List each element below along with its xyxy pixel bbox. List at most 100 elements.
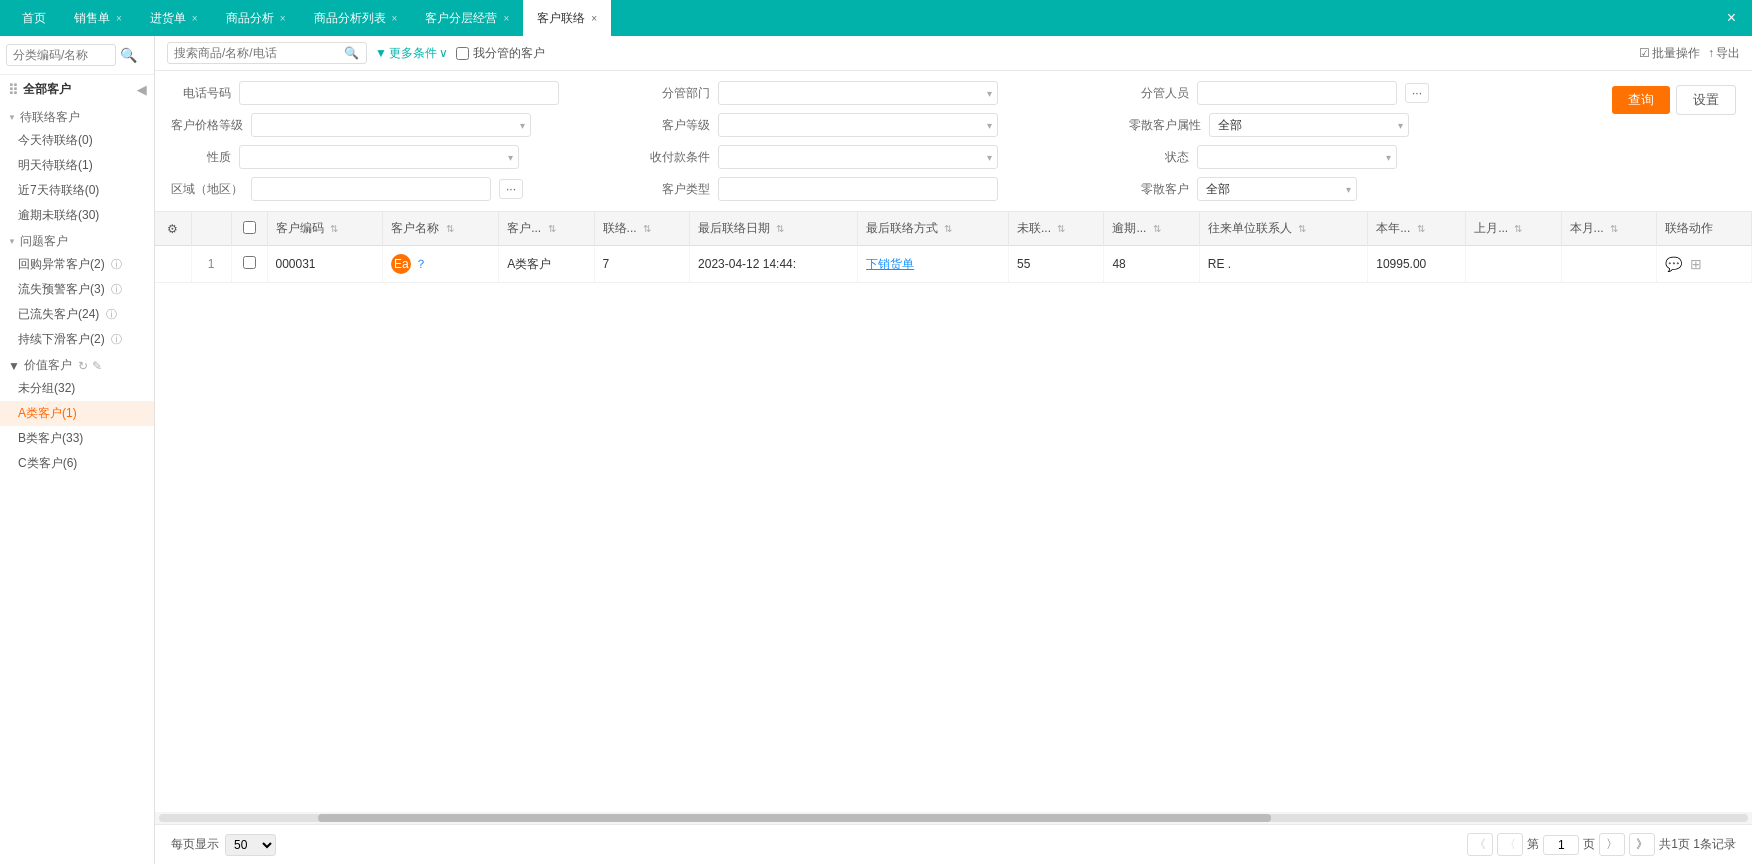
edit-icon[interactable]: ✎ [92,359,102,373]
last-page-btn[interactable]: 》 [1629,833,1655,856]
chat-action-icon[interactable]: 💬 [1665,256,1682,272]
page-input[interactable] [1543,835,1579,855]
first-page-btn[interactable]: 《 [1467,833,1493,856]
sort-icon-date[interactable]: ⇅ [776,223,784,234]
sort-icon-unit[interactable]: ⇅ [1298,223,1306,234]
next-page-btn[interactable]: 〉 [1599,833,1625,856]
sidebar-item-week-contact[interactable]: 近7天待联络(0) [0,178,154,203]
sidebar-item-churned[interactable]: 已流失客户(24) ⓘ [0,302,154,327]
filter-search-icon[interactable]: 🔍 [344,46,359,60]
th-last-month[interactable]: 上月... ⇅ [1466,212,1561,246]
sidebar-item-overdue-contact[interactable]: 逾期未联络(30) [0,203,154,228]
sort-icon-no-contact[interactable]: ⇅ [1057,223,1065,234]
sort-icon-last-month[interactable]: ⇅ [1514,223,1522,234]
sidebar-item-today-contact[interactable]: 今天待联络(0) [0,128,154,153]
sidebar-all-customers[interactable]: ⠿ 全部客户 ◀ [0,75,154,104]
sidebar-item-class-a[interactable]: A类客户(1) [0,401,154,426]
row-checkbox[interactable] [243,256,256,269]
manager-input[interactable] [1197,81,1397,105]
nav-goods-list-close[interactable]: × [392,13,398,24]
nav-customer-tier[interactable]: 客户分层经营 × [411,0,523,36]
th-contact-count[interactable]: 联络... ⇅ [594,212,689,246]
refresh-icon[interactable]: ↻ [78,359,88,373]
prev-page-btn[interactable]: 〈 [1497,833,1523,856]
retail-attr-select[interactable]: 全部 [1209,113,1409,137]
th-customer-name[interactable]: 客户名称 ⇅ [383,212,499,246]
sidebar-item-ungrouped[interactable]: 未分组(32) [0,376,154,401]
nav-goods-list[interactable]: 商品分析列表 × [300,0,412,36]
retail-customer-select[interactable]: 全部 [1197,177,1357,201]
sort-icon-overdue[interactable]: ⇅ [1153,223,1161,234]
filter-search-input[interactable] [174,46,344,60]
sidebar-item-churn-warning[interactable]: 流失预警客户(3) ⓘ [0,277,154,302]
query-button[interactable]: 查询 [1612,86,1670,114]
page-size-select[interactable]: 50 100 [225,834,276,856]
close-all-tabs[interactable]: × [1719,9,1744,27]
settings-button[interactable]: 设置 [1676,85,1736,115]
th-overdue[interactable]: 逾期... ⇅ [1104,212,1199,246]
nav-home[interactable]: 首页 [8,0,60,36]
sort-icon-contact[interactable]: ⇅ [643,223,651,234]
region-dots-btn[interactable]: ··· [499,179,523,199]
sidebar-item-class-c[interactable]: C类客户(6) [0,451,154,476]
price-grade-select[interactable] [251,113,531,137]
sort-icon-name[interactable]: ⇅ [446,223,454,234]
horizontal-scrollbar[interactable] [155,812,1752,824]
nav-customer-tier-close[interactable]: × [503,13,509,24]
batch-op-btn[interactable]: ☑ 批量操作 [1639,45,1700,62]
sort-icon-this-month[interactable]: ⇅ [1610,223,1618,234]
nav-sales[interactable]: 销售单 × [60,0,136,36]
select-all-checkbox[interactable] [243,221,256,234]
sidebar-group-problem[interactable]: ▼ 问题客户 [0,228,154,252]
phone-input[interactable] [239,81,559,105]
filter-retail-customer: 零散客户 全部 ▾ [1129,177,1588,201]
nav-goods-analysis-close[interactable]: × [280,13,286,24]
table-header-row: ⚙ 客户编码 ⇅ 客户名称 ⇅ [155,212,1752,246]
sort-icon-year[interactable]: ⇅ [1417,223,1425,234]
th-customer-code[interactable]: 客户编码 ⇅ [267,212,383,246]
my-customers-check-input[interactable] [456,47,469,60]
status-select[interactable] [1197,145,1397,169]
nav-goods-analysis[interactable]: 商品分析 × [212,0,300,36]
sort-icon-method[interactable]: ⇅ [944,223,952,234]
sidebar-item-tomorrow-contact[interactable]: 明天待联络(1) [0,153,154,178]
my-customers-checkbox[interactable]: 我分管的客户 [456,45,545,62]
th-last-contact-method[interactable]: 最后联络方式 ⇅ [858,212,1009,246]
scrollbar-thumb[interactable] [318,814,1271,822]
filter-actions: 查询 设置 [1596,81,1736,115]
retail-attr-label: 零散客户属性 [1129,117,1201,134]
th-gear[interactable]: ⚙ [155,212,191,246]
sidebar-item-repurchase-abnormal[interactable]: 回购异常客户(2) ⓘ [0,252,154,277]
nav-purchase-close[interactable]: × [192,13,198,24]
th-this-year[interactable]: 本年... ⇅ [1368,212,1466,246]
sort-icon-type[interactable]: ⇅ [548,223,556,234]
customer-grade-select[interactable] [718,113,998,137]
sidebar-search-icon[interactable]: 🔍 [120,47,137,63]
th-unit-contact[interactable]: 往来单位联系人 ⇅ [1199,212,1367,246]
customer-type-input[interactable] [718,177,998,201]
chevron-down-icon: ∨ [439,46,448,60]
td-last-contact-method[interactable]: 下销货单 [858,246,1009,283]
sidebar-item-class-b[interactable]: B类客户(33) [0,426,154,451]
payment-select[interactable] [718,145,998,169]
dept-select[interactable] [718,81,998,105]
collapse-icon[interactable]: ◀ [137,83,146,97]
sidebar-search-input[interactable] [6,44,116,66]
filter-more-btn[interactable]: ▼ 更多条件 ∨ [375,45,448,62]
nav-purchase[interactable]: 进货单 × [136,0,212,36]
th-no-contact[interactable]: 未联... ⇅ [1008,212,1103,246]
th-customer-type[interactable]: 客户... ⇅ [499,212,594,246]
region-input[interactable] [251,177,491,201]
nature-select[interactable] [239,145,519,169]
nav-customer-contact[interactable]: 客户联络 × [523,0,611,36]
th-last-contact-date[interactable]: 最后联络日期 ⇅ [690,212,858,246]
export-btn[interactable]: ↑ 导出 [1708,45,1740,62]
manager-dots-btn[interactable]: ··· [1405,83,1429,103]
nav-sales-close[interactable]: × [116,13,122,24]
th-this-month[interactable]: 本月... ⇅ [1561,212,1656,246]
nav-customer-contact-close[interactable]: × [591,13,597,24]
sidebar-item-declining[interactable]: 持续下滑客户(2) ⓘ [0,327,154,352]
sidebar-group-pending[interactable]: ▼ 待联络客户 [0,104,154,128]
sort-icon-code[interactable]: ⇅ [330,223,338,234]
grid-action-icon[interactable]: ⊞ [1690,256,1702,272]
